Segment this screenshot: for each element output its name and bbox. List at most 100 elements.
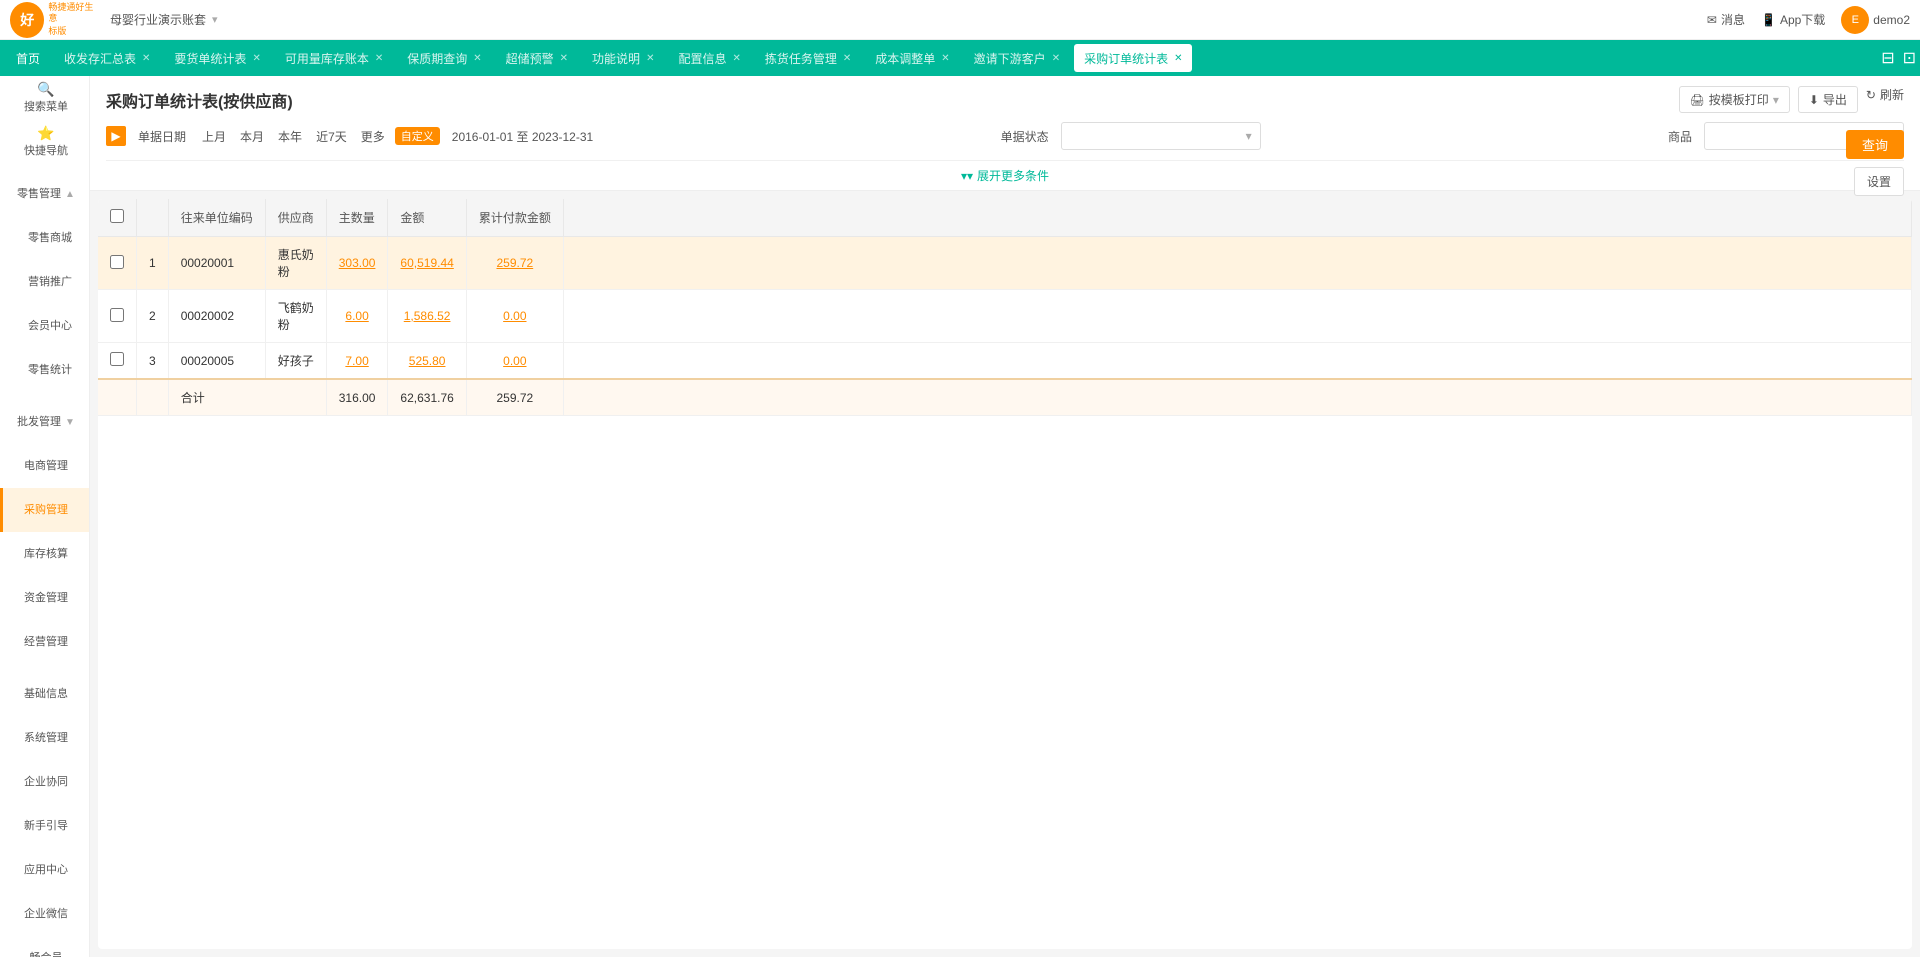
close-icon[interactable]: ✕ [560,53,568,64]
row-checkbox[interactable] [110,308,124,322]
top-bar: 好 畅捷通好生意 标版 母婴行业演示账套 ▾ ✉ 消息 📱 App下载 E de… [0,0,1920,40]
tab-gongneng[interactable]: 功能说明 ✕ [582,44,664,72]
td-code: 00020001 [168,237,265,290]
print-button[interactable]: 🖨 按模板打印 ▾ [1679,86,1790,113]
sidebar-item-wechat[interactable]: 企业微信 [0,892,89,936]
sidebar-item-basic[interactable]: 基础信息 [0,672,89,716]
refresh-button[interactable]: ↻ 刷新 [1866,86,1904,103]
td-code: 00020005 [168,343,265,380]
close-icon[interactable]: ✕ [843,53,851,64]
sidebar-item-system[interactable]: 系统管理 [0,716,89,760]
shortcut-this-year[interactable]: 本年 [274,126,306,147]
tab-chaochun[interactable]: 超储预警 ✕ [496,44,578,72]
close-icon[interactable]: ✕ [646,53,654,64]
amount-link[interactable]: 1,586.52 [404,309,451,323]
th-amount: 金额 [388,199,466,237]
close-icon[interactable]: ✕ [375,53,383,64]
goods-label: 商品 [1668,128,1692,145]
close-icon[interactable]: ✕ [252,53,260,64]
tab-peizhi[interactable]: 配置信息 ✕ [668,44,750,72]
tab-baozhi[interactable]: 保质期查询 ✕ [397,44,491,72]
shortcut-this-month[interactable]: 本月 [236,126,268,147]
paid-link[interactable]: 0.00 [503,354,526,368]
tab-home[interactable]: 首页 [6,44,50,72]
messages-button[interactable]: ✉ 消息 [1707,11,1745,28]
amount-link[interactable]: 525.80 [409,354,446,368]
sidebar-item-ecommerce[interactable]: 电商管理 [0,444,89,488]
sidebar-item-inventory[interactable]: 库存核算 [0,532,89,576]
expand-down-icon: ▾▾ [961,169,973,183]
td-checkbox [98,290,137,343]
close-icon[interactable]: ✕ [941,53,949,64]
shortcut-7days[interactable]: 近7天 [312,126,351,147]
sidebar-item-app-center[interactable]: 应用中心 [0,848,89,892]
app-download-label: App下载 [1780,11,1825,28]
tab-label: 可用量库存账本 [285,50,369,67]
sidebar-item-ops[interactable]: 经营管理 [0,620,89,664]
custom-badge[interactable]: 自定义 [395,127,440,145]
td-qty: 303.00 [326,237,388,290]
select-all-checkbox[interactable] [110,209,124,223]
sidebar-item-purchase[interactable]: 采购管理 [0,488,89,532]
nav-expand-icon[interactable]: ⊡ [1903,48,1916,68]
amount-link[interactable]: 60,519.44 [400,256,453,270]
sidebar-label-purchase: 采购管理 [24,503,68,517]
table-row: 2 00020002 飞鹤奶粉 6.00 1,586.52 0.00 [98,290,1912,343]
shortcut-last-month[interactable]: 上月 [198,126,230,147]
tab-kyliang[interactable]: 可用量库存账本 ✕ [275,44,393,72]
qty-link[interactable]: 303.00 [339,256,376,270]
expand-more-button[interactable]: ▾▾ 展开更多条件 [961,167,1049,184]
app-download-button[interactable]: 📱 App下载 [1761,11,1825,28]
user-area[interactable]: E demo2 [1841,6,1910,34]
tab-shoufacun[interactable]: 收发存汇总表 ✕ [54,44,160,72]
sidebar-item-finance[interactable]: 资金管理 [0,576,89,620]
sidebar-item-search[interactable]: 🔍 搜索菜单 [0,76,89,120]
tab-jianhuo[interactable]: 拣货任务管理 ✕ [755,44,861,72]
filter-expand-arrow[interactable]: ▶ [106,126,126,146]
sidebar-item-vip[interactable]: 畅会员 [0,936,89,957]
sidebar-item-retail-mall[interactable]: 零售商城 [0,216,89,260]
paid-link[interactable]: 0.00 [503,309,526,323]
row-checkbox[interactable] [110,255,124,269]
td-checkbox [98,343,137,380]
footer-row: 合计 316.00 62,631.76 259.72 [98,379,1912,416]
sidebar-item-marketing[interactable]: 营销推广 [0,260,89,304]
row-checkbox[interactable] [110,352,124,366]
print-label: 按模板打印 [1709,91,1769,108]
query-button[interactable]: 查询 [1846,130,1904,159]
qty-link[interactable]: 6.00 [345,309,368,323]
tab-yaohuo[interactable]: 要货单统计表 ✕ [164,44,270,72]
close-icon[interactable]: ✕ [1052,53,1060,64]
close-icon[interactable]: ✕ [142,53,150,64]
refresh-icon: ↻ [1866,88,1876,102]
sidebar-item-member[interactable]: 会员中心 [0,304,89,348]
close-icon[interactable]: ✕ [732,53,740,64]
sidebar-item-collab[interactable]: 企业协同 [0,760,89,804]
status-select[interactable]: ▾ [1061,122,1261,150]
sidebar-item-guide[interactable]: 新手引导 [0,804,89,848]
sidebar-item-shortcut[interactable]: ⭐ 快捷导航 [0,120,89,164]
tab-label: 采购订单统计表 [1084,50,1168,67]
expand-more-label: 展开更多条件 [977,167,1049,184]
footer-empty-cb [98,379,137,416]
settings-button[interactable]: 设置 [1854,167,1904,196]
sidebar-item-wholesale[interactable]: 批发管理 ▼ [0,400,89,444]
tab-label: 配置信息 [678,50,726,67]
tab-chengben[interactable]: 成本调整单 ✕ [865,44,959,72]
workspace-selector[interactable]: 母婴行业演示账套 ▾ [100,11,1707,28]
paid-link[interactable]: 259.72 [496,256,533,270]
tab-yaoqing[interactable]: 邀请下游客户 ✕ [964,44,1070,72]
sidebar-item-retail-stat[interactable]: 零售统计 [0,348,89,392]
td-paid: 259.72 [466,237,563,290]
user-name: demo2 [1873,13,1910,27]
export-button[interactable]: ⬇ 导出 [1798,86,1858,113]
sidebar-label-vip: 畅会员 [30,951,63,957]
close-icon-active[interactable]: ✕ [1174,53,1182,64]
close-icon[interactable]: ✕ [473,53,481,64]
sidebar-item-retail[interactable]: 零售管理 ▲ [0,172,89,216]
nav-minimize-icon[interactable]: ⊟ [1881,48,1894,68]
sidebar-label-ops: 经营管理 [24,635,68,649]
shortcut-more[interactable]: 更多 [357,126,389,147]
qty-link[interactable]: 7.00 [345,354,368,368]
tab-caigou-active[interactable]: 采购订单统计表 ✕ [1074,44,1192,72]
